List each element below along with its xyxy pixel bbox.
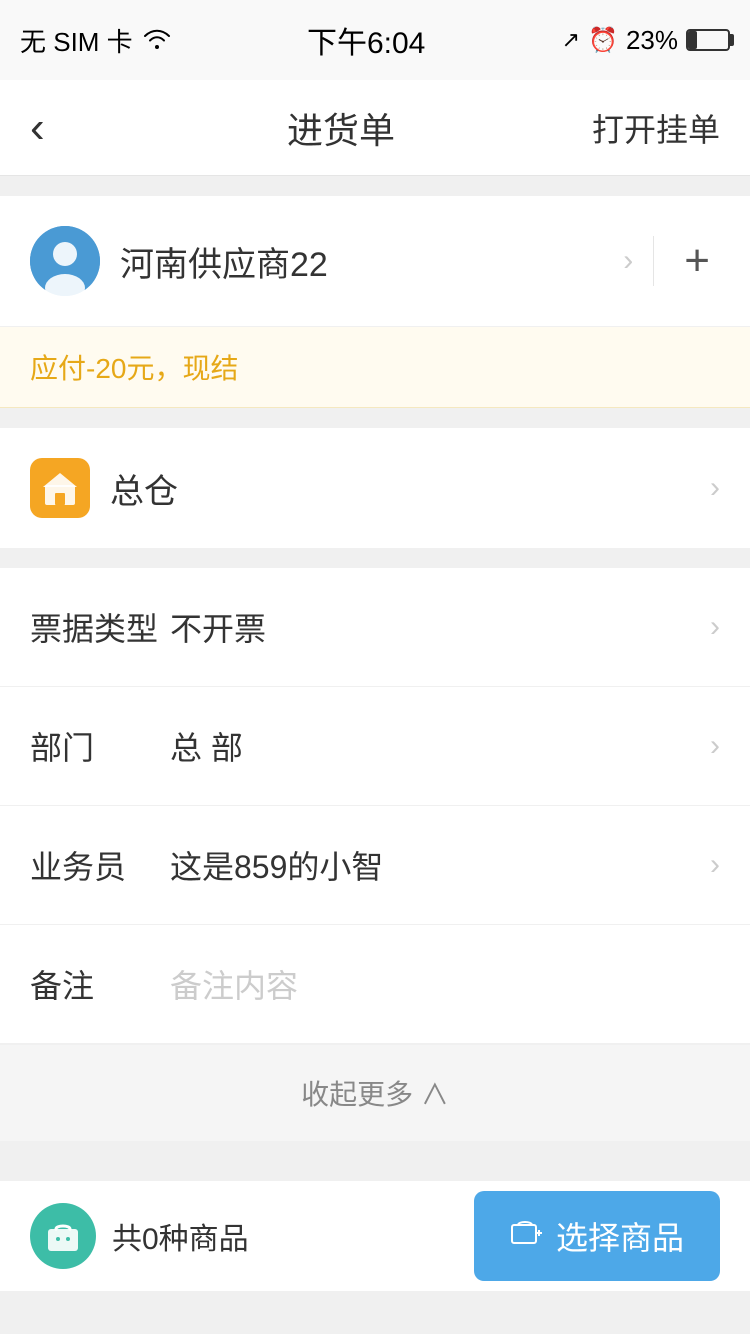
battery-icon (686, 29, 730, 51)
department-chevron-icon: › (710, 729, 720, 763)
alarm-icon: ⏰ (588, 26, 618, 55)
carrier-label: 无 SIM 卡 (20, 22, 133, 59)
location-icon: ↗ (562, 27, 580, 53)
remark-label: 备注 (30, 961, 170, 1007)
supplier-section: 河南供应商22 › + 应付-20元，现结 (0, 196, 750, 408)
collapse-label: 收起更多 ∧ (301, 1079, 449, 1110)
salesperson-value: 这是859的小智 (170, 842, 700, 888)
warehouse-section: 总仓 › (0, 428, 750, 548)
section-gap-2 (0, 408, 750, 428)
supplier-row[interactable]: 河南供应商22 › + (0, 196, 750, 327)
salesperson-label: 业务员 (30, 842, 170, 888)
add-supplier-button[interactable]: + (674, 236, 720, 286)
notice-bar: 应付-20元，现结 (0, 327, 750, 408)
supplier-chevron-icon: › (623, 244, 633, 278)
supplier-name: 河南供应商22 (120, 237, 613, 286)
remark-placeholder[interactable]: 备注内容 (170, 961, 720, 1007)
collapse-button[interactable]: 收起更多 ∧ (0, 1045, 750, 1141)
product-count-text: 共0种商品 (112, 1214, 249, 1258)
select-product-button[interactable]: 选择商品 (474, 1191, 720, 1281)
product-count-area: 共0种商品 (30, 1203, 249, 1269)
form-section: 票据类型 不开票 › 部门 总 部 › 业务员 这是859的小智 › 备注 备注… (0, 568, 750, 1043)
warehouse-chevron-icon: › (710, 471, 720, 505)
warehouse-name: 总仓 (110, 464, 700, 513)
wifi-icon (143, 25, 171, 56)
salesperson-chevron-icon: › (710, 848, 720, 882)
select-product-label: 选择商品 (556, 1213, 684, 1259)
status-bar: 无 SIM 卡 下午6:04 ↗ ⏰ 23% (0, 0, 750, 80)
status-time: 下午6:04 (307, 18, 425, 62)
department-label: 部门 (30, 723, 170, 769)
notice-text: 应付-20元，现结 (30, 353, 238, 384)
nav-bar: ‹ 进货单 打开挂单 (0, 80, 750, 176)
department-row[interactable]: 部门 总 部 › (0, 686, 750, 805)
status-right: ↗ ⏰ 23% (562, 25, 730, 56)
invoice-type-value: 不开票 (170, 604, 700, 650)
warehouse-icon (30, 458, 90, 518)
invoice-type-chevron-icon: › (710, 610, 720, 644)
section-gap-1 (0, 176, 750, 196)
divider (653, 236, 654, 286)
bottom-bar: 共0种商品 选择商品 (0, 1181, 750, 1291)
page: 无 SIM 卡 下午6:04 ↗ ⏰ 23% ‹ 进货单 打开挂单 (0, 0, 750, 1334)
status-left: 无 SIM 卡 (20, 22, 171, 59)
invoice-type-row[interactable]: 票据类型 不开票 › (0, 568, 750, 686)
remark-row[interactable]: 备注 备注内容 (0, 924, 750, 1043)
section-gap-4 (0, 1141, 750, 1161)
battery-percent: 23% (626, 25, 678, 56)
open-pending-button[interactable]: 打开挂单 (592, 105, 720, 151)
warehouse-row[interactable]: 总仓 › (0, 428, 750, 548)
department-value: 总 部 (170, 723, 700, 769)
back-button[interactable]: ‹ (30, 103, 90, 153)
section-gap-3 (0, 548, 750, 568)
supplier-avatar (30, 226, 100, 296)
invoice-type-label: 票据类型 (30, 604, 170, 650)
salesperson-row[interactable]: 业务员 这是859的小智 › (0, 805, 750, 924)
product-icon (30, 1203, 96, 1269)
page-title: 进货单 (287, 102, 395, 154)
select-product-icon (510, 1218, 542, 1255)
